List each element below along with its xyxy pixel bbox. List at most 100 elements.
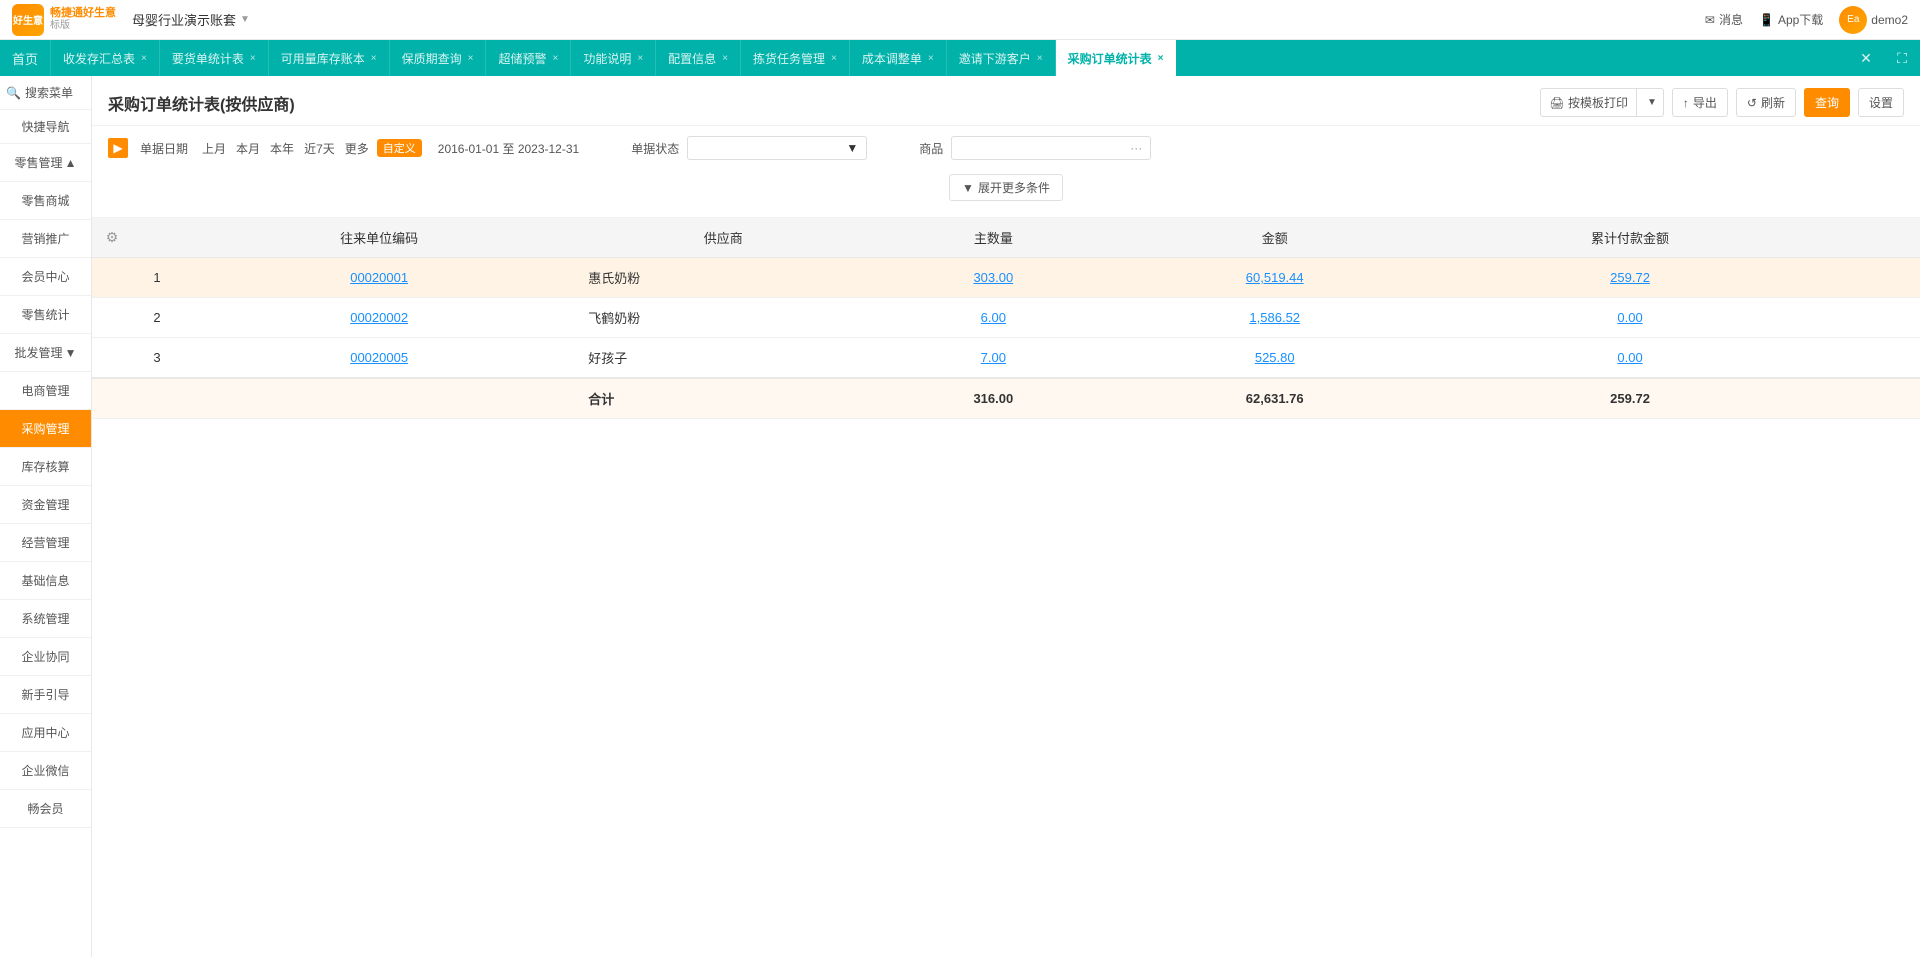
sidebar-item-wholesale[interactable]: 批发管理 ▼ [0,334,91,372]
tab-gongneng-close[interactable]: × [637,53,643,64]
tab-yaohuo-close[interactable]: × [250,53,256,64]
tab-close-all-button[interactable]: ✕ [1848,40,1884,76]
settings-button[interactable]: 设置 [1858,88,1904,117]
sidebar-item-newbie[interactable]: 新手引导 [0,676,91,714]
content-area: 采购订单统计表(按供应商) 🖨 按模板打印 ▼ ↑ 导出 ↺ [92,76,1920,957]
row-paid-link[interactable]: 259.72 [1610,270,1650,285]
tab-peizhi-close[interactable]: × [722,53,728,64]
shortcut-more[interactable]: 更多 [343,140,371,157]
tab-chaochu[interactable]: 超储预警 × [486,40,571,76]
sidebar-item-basic[interactable]: 基础信息 [0,562,91,600]
sidebar-item-purchase[interactable]: 采购管理 [0,410,91,448]
sidebar-item-quicknav[interactable]: 快捷导航 [0,110,91,144]
shortcut-last-month[interactable]: 上月 [200,140,228,157]
row-code-link[interactable]: 00020001 [350,270,408,285]
table-row: 3 00020005 好孩子 7.00 525.80 0.00 [92,338,1920,379]
sidebar-item-retail-shop[interactable]: 零售商城 [0,182,91,220]
settings-label: 设置 [1869,94,1893,111]
tab-gongneng-label: 功能说明 [583,50,631,67]
shortcut-this-month[interactable]: 本月 [234,140,262,157]
expand-label: 展开更多条件 [978,179,1050,196]
status-filter-group: 单据状态 ▼ [631,136,867,160]
date-label: 单据日期 [140,140,188,157]
tab-chaochu-close[interactable]: × [552,53,558,64]
sidebar-item-enterprise[interactable]: 企业协同 [0,638,91,676]
tab-keyong-close[interactable]: × [371,53,377,64]
row-code-link[interactable]: 00020002 [350,310,408,325]
tab-chengben-close[interactable]: × [928,53,934,64]
sidebar-item-wechat[interactable]: 企业微信 [0,752,91,790]
row-quantity-link[interactable]: 303.00 [973,270,1013,285]
export-button[interactable]: ↑ 导出 [1672,88,1728,117]
export-icon: ↑ [1683,96,1689,110]
row-amount: 60,519.44 [1117,258,1433,298]
goods-input[interactable]: ··· [951,136,1151,160]
query-button[interactable]: 查询 [1804,88,1850,117]
tab-baozhiqi[interactable]: 保质期查询 × [390,40,487,76]
row-quantity: 7.00 [870,338,1116,379]
row-amount-link[interactable]: 525.80 [1255,350,1295,365]
sidebar-item-retail[interactable]: 零售管理 ▲ [0,144,91,182]
message-button[interactable]: ✉ 消息 [1705,11,1743,28]
sidebar-search[interactable]: 🔍 搜索菜单 [0,76,91,110]
refresh-button[interactable]: ↺ 刷新 [1736,88,1796,117]
sidebar-item-marketing[interactable]: 营销推广 [0,220,91,258]
workspace-selector[interactable]: 母婴行业演示账套 ▼ [132,10,250,29]
sidebar-item-retail-stat[interactable]: 零售统计 [0,296,91,334]
row-paid-link[interactable]: 0.00 [1617,350,1642,365]
tab-gongneng[interactable]: 功能说明 × [571,40,656,76]
sidebar-item-vip[interactable]: 畅会员 [0,790,91,828]
tab-keyong[interactable]: 可用量库存账本 × [269,40,390,76]
table-footer-row: 合计 316.00 62,631.76 259.72 [92,378,1920,419]
row-quantity-link[interactable]: 6.00 [981,310,1006,325]
tab-chengben[interactable]: 成本调整单 × [850,40,947,76]
row-paid-link[interactable]: 0.00 [1617,310,1642,325]
tab-maximize-button[interactable]: ⛶ [1884,40,1920,76]
row-index: 2 [132,298,182,338]
row-amount-link[interactable]: 60,519.44 [1246,270,1304,285]
row-amount-link[interactable]: 1,586.52 [1249,310,1300,325]
sidebar-item-app-center[interactable]: 应用中心 [0,714,91,752]
row-supplier: 飞鹤奶粉 [576,298,870,338]
print-button-label[interactable]: 🖨 按模板打印 [1541,89,1637,116]
user-profile[interactable]: Ea demo2 [1839,6,1908,34]
tab-home[interactable]: 首页 [0,40,51,76]
sidebar-item-operation[interactable]: 经营管理 [0,524,91,562]
sidebar-inventory-label: 库存核算 [21,460,69,474]
tab-yaoqing[interactable]: 邀请下游客户 × [947,40,1056,76]
tab-peizhi[interactable]: 配置信息 × [656,40,741,76]
sidebar-item-inventory[interactable]: 库存核算 [0,448,91,486]
status-select[interactable]: ▼ [687,136,867,160]
tab-yaoqing-close[interactable]: × [1037,53,1043,64]
tab-shoufa[interactable]: 收发存汇总表 × [51,40,160,76]
tab-keyong-label: 可用量库存账本 [281,50,365,67]
column-settings-icon[interactable]: ⚙ [106,229,119,245]
row-quantity-link[interactable]: 7.00 [981,350,1006,365]
expand-more-button[interactable]: ▼ 展开更多条件 [949,174,1063,201]
table-header-row: ⚙ 往来单位编码 供应商 主数量 金额 累计付款金额 [92,218,1920,258]
tab-pihuo[interactable]: 拣货任务管理 × [741,40,850,76]
sidebar-retail-shop-label: 零售商城 [21,194,69,208]
sidebar-item-system[interactable]: 系统管理 [0,600,91,638]
tab-baozhiqi-close[interactable]: × [468,53,474,64]
app-download-button[interactable]: 📱 App下载 [1759,11,1823,28]
print-dropdown-icon[interactable]: ▼ [1641,92,1663,113]
tab-yaohuo[interactable]: 要货单统计表 × [160,40,269,76]
shortcut-this-year[interactable]: 本年 [268,140,296,157]
row-code-link[interactable]: 00020005 [350,350,408,365]
logo-sub: 标版 [50,20,116,32]
tab-yaohuo-label: 要货单统计表 [172,50,244,67]
tab-caigou[interactable]: 采购订单统计表 × [1056,40,1177,76]
row-paid: 0.00 [1433,338,1827,379]
custom-date-badge[interactable]: 自定义 [377,139,422,157]
sidebar-item-member[interactable]: 会员中心 [0,258,91,296]
sidebar-item-ecommerce[interactable]: 电商管理 [0,372,91,410]
tab-pihuo-close[interactable]: × [831,53,837,64]
filter-toggle-button[interactable]: ▶ [108,138,128,158]
sidebar-item-finance[interactable]: 资金管理 [0,486,91,524]
shortcut-7days[interactable]: 近7天 [302,140,337,157]
col-index [132,218,182,258]
tab-caigou-close[interactable]: × [1158,53,1164,64]
print-button[interactable]: 🖨 按模板打印 ▼ [1540,88,1664,117]
tab-shoufa-close[interactable]: × [141,53,147,64]
